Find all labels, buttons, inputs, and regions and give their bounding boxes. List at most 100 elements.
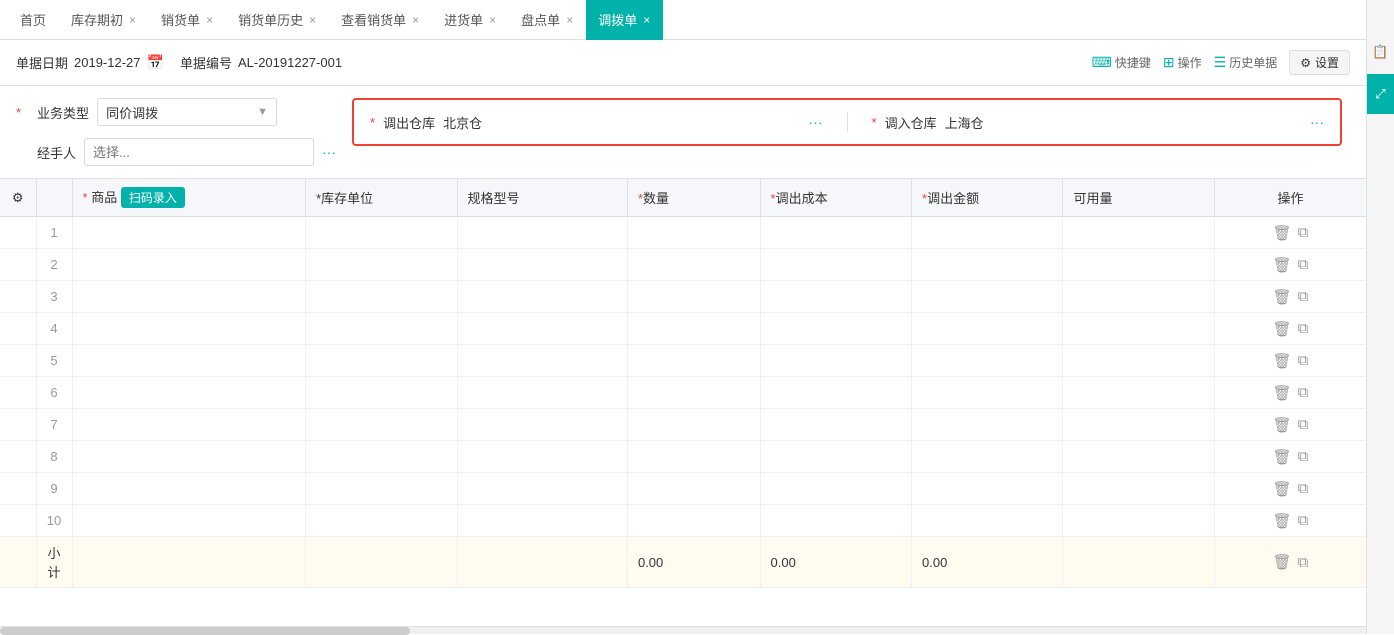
row-product-cell[interactable] xyxy=(72,537,306,588)
copy-row-button[interactable]: ⧉ xyxy=(1298,288,1309,305)
copy-row-button[interactable]: ⧉ xyxy=(1298,554,1309,571)
row-product-cell[interactable] xyxy=(72,313,306,345)
row-amount-cell[interactable] xyxy=(912,345,1063,377)
row-amount-cell[interactable] xyxy=(912,441,1063,473)
row-product-cell[interactable] xyxy=(72,345,306,377)
th-gear[interactable]: ⚙ xyxy=(0,179,36,217)
row-product-cell[interactable] xyxy=(72,217,306,249)
sidebar-expand-btn[interactable]: ⤢ xyxy=(1367,74,1394,114)
row-product-cell[interactable] xyxy=(72,377,306,409)
row-qty-cell[interactable] xyxy=(627,249,760,281)
row-cost-cell[interactable] xyxy=(760,345,911,377)
scan-button[interactable]: 扫码录入 xyxy=(121,187,185,208)
tab-sales-order-close[interactable]: × xyxy=(206,14,213,26)
delete-row-button[interactable]: 🗑 xyxy=(1273,256,1292,274)
tab-sales-history-close[interactable]: × xyxy=(309,14,316,26)
history-action[interactable]: ☰ 历史单据 xyxy=(1214,54,1278,71)
copy-row-button[interactable]: ⧉ xyxy=(1298,480,1309,497)
table-row: 4🗑⧉ xyxy=(0,313,1366,345)
row-cost-cell[interactable] xyxy=(760,505,911,537)
delete-row-button[interactable]: 🗑 xyxy=(1273,480,1292,498)
tab-stocktake[interactable]: 盘点单 × xyxy=(509,0,586,40)
copy-row-button[interactable]: ⧉ xyxy=(1298,448,1309,465)
delete-row-button[interactable]: 🗑 xyxy=(1273,224,1292,242)
row-gear-cell xyxy=(0,537,36,588)
scrollbar-track[interactable] xyxy=(0,626,1366,634)
row-qty-cell[interactable] xyxy=(627,505,760,537)
delete-row-button[interactable]: 🗑 xyxy=(1273,416,1292,434)
row-product-cell[interactable] xyxy=(72,281,306,313)
copy-row-button[interactable]: ⧉ xyxy=(1298,320,1309,337)
row-amount-cell[interactable] xyxy=(912,409,1063,441)
person-input[interactable] xyxy=(84,138,314,166)
row-qty-cell[interactable] xyxy=(627,313,760,345)
row-product-cell[interactable] xyxy=(72,473,306,505)
row-cost-cell[interactable] xyxy=(760,217,911,249)
copy-row-button[interactable]: ⧉ xyxy=(1298,416,1309,433)
row-product-cell[interactable] xyxy=(72,249,306,281)
row-cost-cell[interactable] xyxy=(760,473,911,505)
row-qty-cell[interactable] xyxy=(627,377,760,409)
tab-stocktake-close[interactable]: × xyxy=(566,14,573,26)
row-cost-cell[interactable] xyxy=(760,249,911,281)
row-ops-cell: 🗑⧉ xyxy=(1214,505,1366,537)
delete-row-button[interactable]: 🗑 xyxy=(1273,448,1292,466)
delete-row-button[interactable]: 🗑 xyxy=(1273,320,1292,338)
calendar-icon[interactable]: 📅 xyxy=(147,54,164,71)
warehouse-out-more[interactable]: ··· xyxy=(809,114,823,130)
copy-row-button[interactable]: ⧉ xyxy=(1298,512,1309,529)
row-cost-cell[interactable] xyxy=(760,377,911,409)
business-type-dropdown[interactable]: 同价调拨 ▼ xyxy=(97,98,277,126)
row-cost-cell[interactable] xyxy=(760,441,911,473)
shortcut-action[interactable]: ⌨ 快捷键 xyxy=(1092,54,1151,71)
delete-row-button[interactable]: 🗑 xyxy=(1273,512,1292,530)
tab-view-sales-close[interactable]: × xyxy=(412,14,419,26)
tab-transfer-close[interactable]: × xyxy=(643,14,650,26)
tab-inventory-init-close[interactable]: × xyxy=(129,14,136,26)
row-amount-cell[interactable] xyxy=(912,377,1063,409)
delete-row-button[interactable]: 🗑 xyxy=(1273,288,1292,306)
copy-row-button[interactable]: ⧉ xyxy=(1298,256,1309,273)
copy-row-button[interactable]: ⧉ xyxy=(1298,352,1309,369)
row-product-cell[interactable] xyxy=(72,441,306,473)
person-more-icon[interactable]: ··· xyxy=(322,144,336,160)
tab-transfer[interactable]: 调拨单 × xyxy=(586,0,663,40)
row-number: 小计 xyxy=(36,537,72,588)
tab-purchase-close[interactable]: × xyxy=(489,14,496,26)
row-cost-cell[interactable] xyxy=(760,409,911,441)
delete-row-button[interactable]: 🗑 xyxy=(1273,553,1292,571)
delete-row-button[interactable]: 🗑 xyxy=(1273,384,1292,402)
row-cost-cell[interactable] xyxy=(760,281,911,313)
tab-home[interactable]: 首页 xyxy=(8,0,59,40)
row-amount-cell[interactable] xyxy=(912,313,1063,345)
tab-view-sales[interactable]: 查看销货单 × xyxy=(329,0,432,40)
row-amount-cell[interactable] xyxy=(912,281,1063,313)
row-amount-cell[interactable] xyxy=(912,473,1063,505)
row-qty-cell[interactable]: 0.00 xyxy=(627,537,760,588)
row-amount-cell[interactable] xyxy=(912,249,1063,281)
row-qty-cell[interactable] xyxy=(627,281,760,313)
row-cost-cell[interactable]: 0.00 xyxy=(760,537,911,588)
row-qty-cell[interactable] xyxy=(627,217,760,249)
row-product-cell[interactable] xyxy=(72,409,306,441)
tab-inventory-init[interactable]: 库存期初 × xyxy=(59,0,149,40)
row-qty-cell[interactable] xyxy=(627,345,760,377)
copy-row-button[interactable]: ⧉ xyxy=(1298,224,1309,241)
row-amount-cell[interactable]: 0.00 xyxy=(912,537,1063,588)
row-product-cell[interactable] xyxy=(72,505,306,537)
operation-action[interactable]: ⊞ 操作 xyxy=(1163,54,1202,71)
warehouse-in-more[interactable]: ··· xyxy=(1310,114,1324,130)
tab-purchase[interactable]: 进货单 × xyxy=(432,0,509,40)
sidebar-doc-btn[interactable]: 📋 xyxy=(1369,40,1393,64)
settings-button[interactable]: ⚙ 设置 xyxy=(1289,50,1350,75)
row-cost-cell[interactable] xyxy=(760,313,911,345)
row-amount-cell[interactable] xyxy=(912,217,1063,249)
row-amount-cell[interactable] xyxy=(912,505,1063,537)
row-qty-cell[interactable] xyxy=(627,473,760,505)
row-qty-cell[interactable] xyxy=(627,441,760,473)
tab-sales-history[interactable]: 销货单历史 × xyxy=(226,0,329,40)
delete-row-button[interactable]: 🗑 xyxy=(1273,352,1292,370)
copy-row-button[interactable]: ⧉ xyxy=(1298,384,1309,401)
tab-sales-order[interactable]: 销货单 × xyxy=(149,0,226,40)
row-qty-cell[interactable] xyxy=(627,409,760,441)
